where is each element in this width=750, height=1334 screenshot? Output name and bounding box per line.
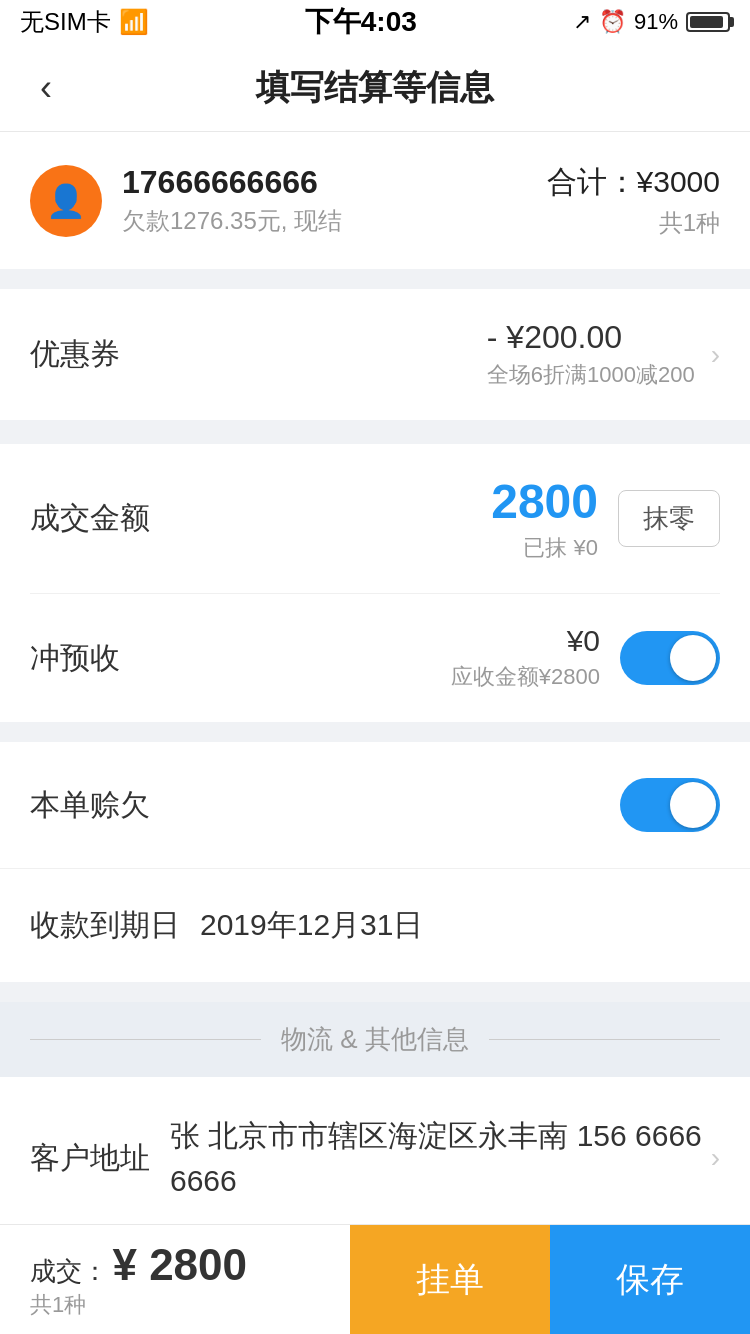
customer-info: 17666666666 欠款1276.35元, 现结 bbox=[122, 164, 342, 237]
coupon-description: 全场6折满1000减200 bbox=[487, 360, 695, 390]
status-right: ↗ ⏰ 91% bbox=[573, 9, 730, 35]
sheqian-toggle[interactable] bbox=[620, 778, 720, 832]
divider-line-right bbox=[489, 1039, 720, 1040]
total-amount: 合计：¥3000 bbox=[547, 162, 720, 203]
due-date-value: 2019年12月31日 bbox=[200, 905, 423, 946]
chevron-right-icon: › bbox=[711, 339, 720, 371]
bottom-total-line: 成交： ¥ 2800 bbox=[30, 1240, 320, 1290]
wifi-icon: 📶 bbox=[119, 8, 149, 36]
transaction-amount-right: 2800 已抹 ¥0 抹零 bbox=[491, 474, 720, 563]
bottom-total-label: 成交： bbox=[30, 1256, 108, 1286]
carrier-text: 无SIM卡 bbox=[20, 6, 111, 38]
main-content: 👤 17666666666 欠款1276.35元, 现结 合计：¥3000 共1… bbox=[0, 132, 750, 1334]
page-title: 填写结算等信息 bbox=[256, 65, 494, 111]
status-time: 下午4:03 bbox=[305, 3, 417, 41]
nav-bar: ‹ 填写结算等信息 bbox=[0, 44, 750, 132]
coupon-row[interactable]: 优惠券 - ¥200.00 全场6折满1000减200 › bbox=[0, 289, 750, 420]
chong-amount-value: ¥0 bbox=[451, 624, 600, 658]
separator-3 bbox=[0, 982, 750, 1002]
chong-yushou-toggle[interactable] bbox=[620, 631, 720, 685]
coupon-label: 优惠券 bbox=[30, 334, 120, 375]
separator-2 bbox=[0, 722, 750, 742]
transaction-amount-label: 成交金额 bbox=[30, 498, 150, 539]
chong-yushou-row: 冲预收 ¥0 应收金额¥2800 bbox=[30, 594, 720, 722]
battery-fill bbox=[690, 16, 723, 28]
separator-1 bbox=[0, 424, 750, 444]
chong-yushou-right: ¥0 应收金额¥2800 bbox=[451, 624, 720, 692]
sheqian-row: 本单赊欠 bbox=[0, 742, 750, 868]
status-bar: 无SIM卡 📶 下午4:03 ↗ ⏰ 91% bbox=[0, 0, 750, 44]
coupon-info: - ¥200.00 全场6折满1000减200 bbox=[487, 319, 695, 390]
chong-amount-sub: 应收金额¥2800 bbox=[451, 662, 600, 692]
toggle-thumb-2 bbox=[670, 782, 716, 828]
battery-text: 91% bbox=[634, 9, 678, 35]
address-chevron-icon: › bbox=[711, 1142, 720, 1174]
address-row[interactable]: 客户地址 张 北京市市辖区海淀区永丰南 156 6666 6666 › bbox=[0, 1077, 750, 1239]
location-icon: ↗ bbox=[573, 9, 591, 35]
transaction-amount-row: 成交金额 2800 已抹 ¥0 抹零 bbox=[30, 444, 720, 594]
avatar: 👤 bbox=[30, 165, 102, 237]
coupon-right: - ¥200.00 全场6折满1000减200 › bbox=[487, 319, 720, 390]
divider-line-left bbox=[30, 1039, 261, 1040]
address-label: 客户地址 bbox=[30, 1138, 150, 1179]
customer-row: 👤 17666666666 欠款1276.35元, 现结 合计：¥3000 共1… bbox=[30, 162, 720, 239]
address-value: 张 北京市市辖区海淀区永丰南 156 6666 6666 bbox=[170, 1113, 705, 1203]
divider-text: 物流 & 其他信息 bbox=[281, 1022, 469, 1057]
hang-button[interactable]: 挂单 bbox=[350, 1225, 550, 1335]
status-left: 无SIM卡 📶 bbox=[20, 6, 149, 38]
bottom-count: 共1种 bbox=[30, 1290, 320, 1320]
transaction-amount-sub: 已抹 ¥0 bbox=[491, 533, 598, 563]
avatar-icon: 👤 bbox=[46, 182, 86, 220]
total-label: 合计： bbox=[547, 165, 637, 198]
customer-left: 👤 17666666666 欠款1276.35元, 现结 bbox=[30, 164, 342, 237]
transaction-amount-value: 2800 bbox=[491, 474, 598, 529]
total-count: 共1种 bbox=[547, 207, 720, 239]
chong-amount-info: ¥0 应收金额¥2800 bbox=[451, 624, 600, 692]
alarm-icon: ⏰ bbox=[599, 9, 626, 35]
coupon-discount: - ¥200.00 bbox=[487, 319, 695, 356]
total-value: ¥3000 bbox=[637, 165, 720, 198]
amount-section: 成交金额 2800 已抹 ¥0 抹零 冲预收 ¥0 应收金额¥2800 bbox=[0, 444, 750, 722]
battery-bar bbox=[686, 12, 730, 32]
customer-card: 👤 17666666666 欠款1276.35元, 现结 合计：¥3000 共1… bbox=[0, 132, 750, 269]
bottom-total-amount: ¥ 2800 bbox=[112, 1240, 247, 1289]
section-divider: 物流 & 其他信息 bbox=[0, 1002, 750, 1077]
customer-right: 合计：¥3000 共1种 bbox=[547, 162, 720, 239]
bottom-summary: 成交： ¥ 2800 共1种 bbox=[0, 1240, 350, 1320]
save-button[interactable]: 保存 bbox=[550, 1225, 750, 1335]
back-button[interactable]: ‹ bbox=[30, 57, 62, 119]
customer-phone: 17666666666 bbox=[122, 164, 342, 201]
chong-yushou-label: 冲预收 bbox=[30, 638, 120, 679]
sheqian-label: 本单赊欠 bbox=[30, 785, 150, 826]
round-button[interactable]: 抹零 bbox=[618, 490, 720, 547]
transaction-amount-info: 2800 已抹 ¥0 bbox=[491, 474, 598, 563]
toggle-thumb bbox=[670, 635, 716, 681]
bottom-bar: 成交： ¥ 2800 共1种 挂单 保存 bbox=[0, 1224, 750, 1334]
due-date-row: 收款到期日 2019年12月31日 bbox=[0, 868, 750, 982]
due-date-label: 收款到期日 bbox=[30, 905, 180, 946]
customer-sub: 欠款1276.35元, 现结 bbox=[122, 205, 342, 237]
